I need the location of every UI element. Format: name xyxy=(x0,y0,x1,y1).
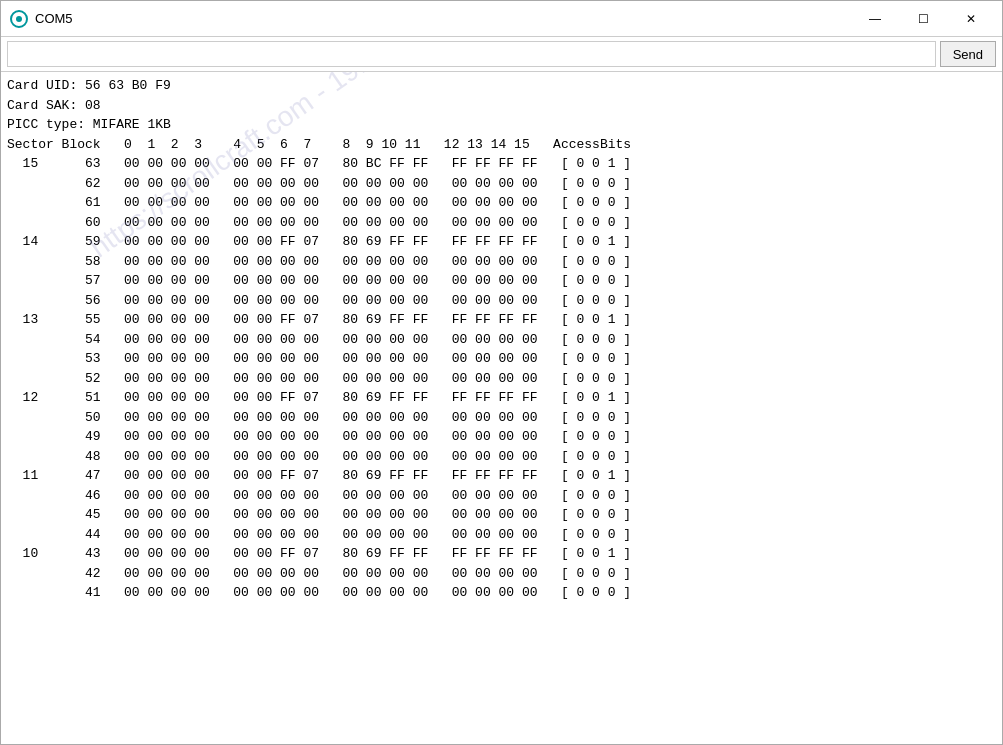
window-title: COM5 xyxy=(35,11,852,26)
svg-point-1 xyxy=(16,16,22,22)
maximize-button[interactable]: ☐ xyxy=(900,4,946,34)
output-text: Card UID: 56 63 B0 F9 Card SAK: 08 PICC … xyxy=(7,76,996,603)
serial-output[interactable]: https://scrollcraft.com - 19:12 Card UID… xyxy=(1,72,1002,744)
title-bar: COM5 — ☐ ✕ xyxy=(1,1,1002,37)
app-icon xyxy=(9,9,29,29)
close-button[interactable]: ✕ xyxy=(948,4,994,34)
window-controls: — ☐ ✕ xyxy=(852,4,994,34)
serial-input[interactable] xyxy=(7,41,936,67)
send-button[interactable]: Send xyxy=(940,41,996,67)
minimize-button[interactable]: — xyxy=(852,4,898,34)
main-window: COM5 — ☐ ✕ Send https://scrollcraft.com … xyxy=(0,0,1003,745)
toolbar: Send xyxy=(1,37,1002,72)
